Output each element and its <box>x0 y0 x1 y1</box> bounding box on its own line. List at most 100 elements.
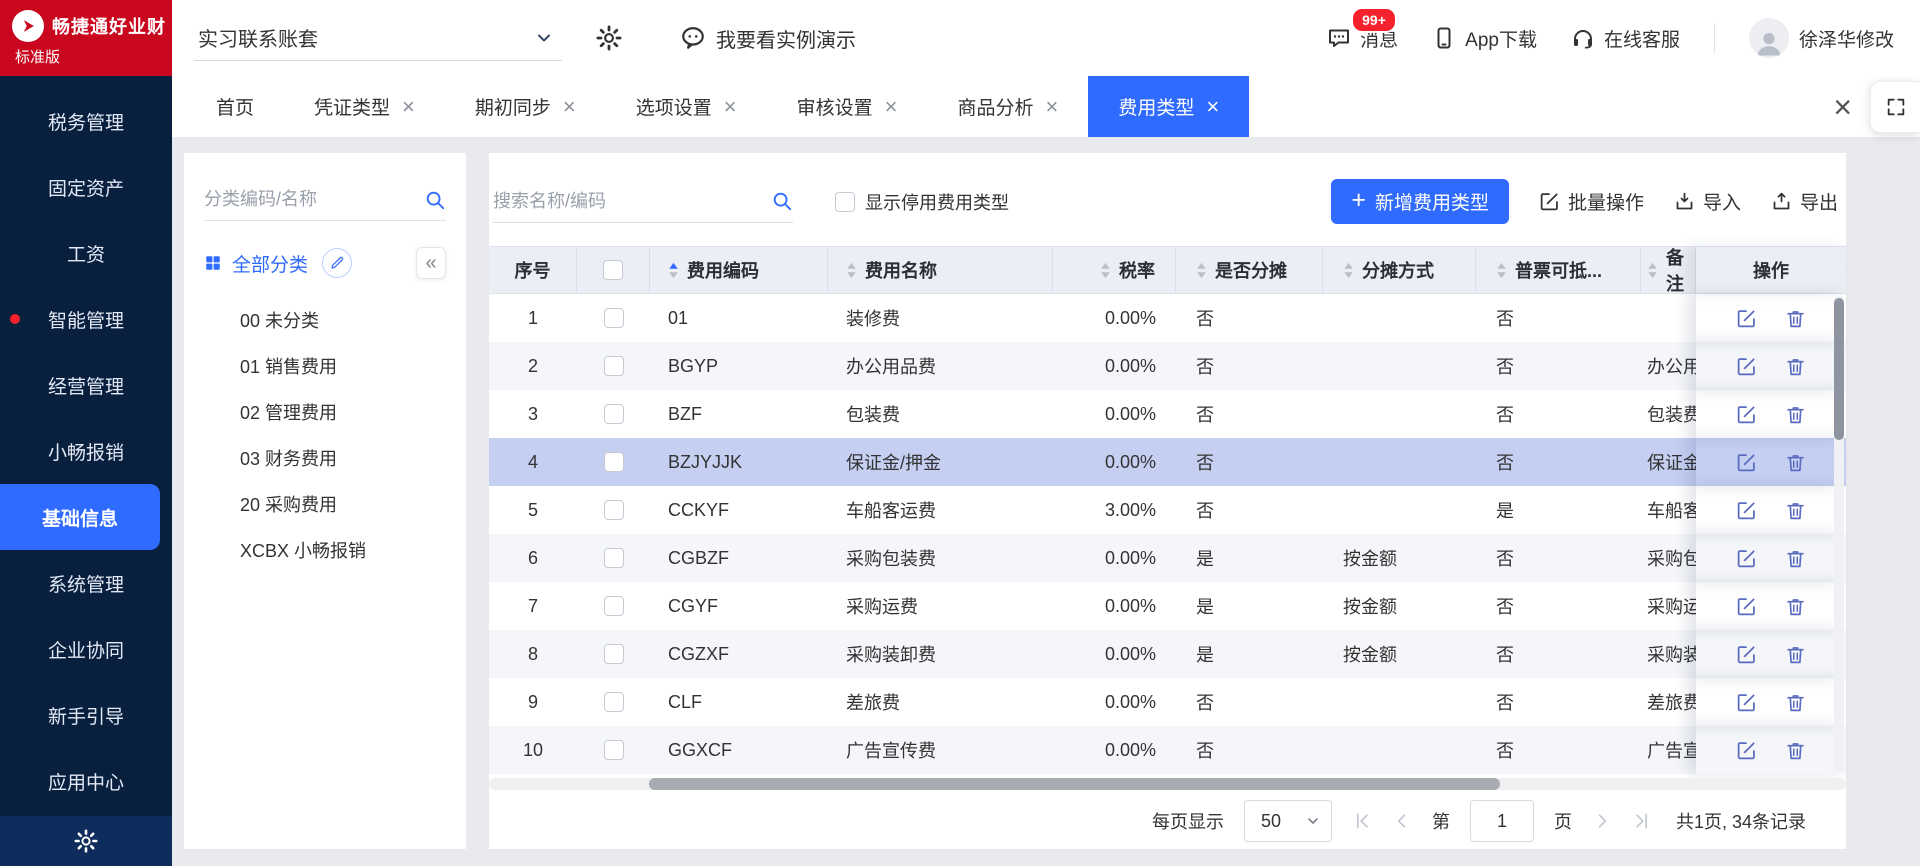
edit-icon[interactable] <box>1736 500 1757 521</box>
row-checkbox[interactable] <box>603 356 624 376</box>
select-all-checkbox[interactable] <box>603 260 623 280</box>
prev-page-button[interactable] <box>1392 811 1412 831</box>
category-item[interactable]: 03 财务费用 <box>204 435 446 481</box>
first-page-button[interactable] <box>1352 811 1372 831</box>
row-checkbox[interactable] <box>603 740 624 760</box>
delete-icon[interactable] <box>1785 596 1806 617</box>
sidebar-item-tax-management[interactable]: 税务管理 <box>0 88 172 154</box>
show-disabled-toggle[interactable]: 显示停用费用类型 <box>835 189 1009 215</box>
edit-icon[interactable] <box>1736 644 1757 665</box>
delete-icon[interactable] <box>1785 692 1806 713</box>
sidebar-item-basic-info[interactable]: 基础信息 <box>0 484 160 550</box>
tab-voucher-type[interactable]: 凭证类型 × <box>284 76 445 137</box>
row-checkbox[interactable] <box>603 548 624 568</box>
row-checkbox[interactable] <box>603 308 624 328</box>
sidebar-item-fixed-assets[interactable]: 固定资产 <box>0 154 172 220</box>
table-row[interactable]: 3 BZF 包装费 0.00% 否 否 包装费 <box>489 390 1846 438</box>
sidebar-item-payroll[interactable]: 工资 <box>0 220 172 286</box>
tab-product-analysis[interactable]: 商品分析 × <box>928 76 1089 137</box>
edit-icon[interactable] <box>1736 548 1757 569</box>
row-checkbox[interactable] <box>603 500 624 520</box>
column-header-rate[interactable]: 税率 <box>1053 247 1176 293</box>
column-header-deductible[interactable]: 普票可抵... <box>1476 247 1641 293</box>
edit-icon[interactable] <box>1736 356 1757 377</box>
category-search-input[interactable] <box>204 189 424 210</box>
sidebar-item-beginner-guide[interactable]: 新手引导 <box>0 682 172 748</box>
expense-search-input[interactable] <box>493 190 771 212</box>
table-row[interactable]: 6 CGBZF 采购包装费 0.00% 是 按金额 否 采购包 <box>489 534 1846 582</box>
search-icon[interactable] <box>424 189 446 211</box>
batch-operations-button[interactable]: 批量操作 <box>1539 188 1644 215</box>
row-checkbox[interactable] <box>603 404 624 424</box>
tab-close-icon[interactable]: × <box>1046 95 1059 118</box>
edit-icon[interactable] <box>1736 452 1757 473</box>
delete-icon[interactable] <box>1785 740 1806 761</box>
tab-close-icon[interactable]: × <box>402 95 415 118</box>
sidebar-item-enterprise-collab[interactable]: 企业协同 <box>0 616 172 682</box>
table-row[interactable]: 1 01 装修费 0.00% 否 否 <box>489 294 1846 342</box>
tab-close-icon[interactable]: × <box>724 95 737 118</box>
delete-icon[interactable] <box>1785 404 1806 425</box>
tab-option-settings[interactable]: 选项设置 × <box>606 76 767 137</box>
tab-expense-type[interactable]: 费用类型 × <box>1088 76 1250 137</box>
delete-icon[interactable] <box>1785 548 1806 569</box>
edit-category-button[interactable] <box>322 248 353 278</box>
show-disabled-checkbox[interactable] <box>835 191 855 212</box>
table-row[interactable]: 9 CLF 差旅费 0.00% 否 否 差旅费 <box>489 678 1846 726</box>
app-download-button[interactable]: App下载 <box>1432 25 1537 52</box>
sidebar-item-app-center[interactable]: 应用中心 <box>0 748 172 814</box>
sidebar-settings-button[interactable] <box>0 816 172 866</box>
delete-icon[interactable] <box>1785 452 1806 473</box>
column-header-code[interactable]: 费用编码 <box>650 247 828 293</box>
fullscreen-button[interactable] <box>1870 80 1920 133</box>
category-item[interactable]: 20 采购费用 <box>204 481 446 527</box>
category-item[interactable]: 00 未分类 <box>204 297 446 343</box>
horizontal-scrollbar[interactable] <box>489 778 1846 790</box>
tab-audit-settings[interactable]: 审核设置 × <box>767 76 928 137</box>
scrollbar-thumb[interactable] <box>649 778 1500 790</box>
page-number-input[interactable] <box>1469 800 1534 842</box>
row-checkbox[interactable] <box>603 692 624 712</box>
row-checkbox[interactable] <box>603 452 624 472</box>
demo-link[interactable]: 我要看实例演示 <box>680 24 856 53</box>
online-service-button[interactable]: 在线客服 <box>1571 25 1680 52</box>
edit-icon[interactable] <box>1736 740 1757 761</box>
sidebar-item-xiaochang-expense[interactable]: 小畅报销 <box>0 418 172 484</box>
category-root-item[interactable]: 全部分类 « <box>204 247 446 279</box>
delete-icon[interactable] <box>1785 500 1806 521</box>
user-menu[interactable]: 徐泽华修改 <box>1748 18 1894 58</box>
delete-icon[interactable] <box>1785 308 1806 329</box>
sidebar-item-smart-management[interactable]: 智能管理 <box>0 286 172 352</box>
next-page-button[interactable] <box>1592 811 1612 831</box>
export-button[interactable]: 导出 <box>1771 188 1838 215</box>
search-icon[interactable] <box>771 190 793 212</box>
tab-close-icon[interactable]: × <box>563 95 576 118</box>
row-checkbox[interactable] <box>603 644 624 664</box>
row-checkbox[interactable] <box>603 596 624 616</box>
column-header-method[interactable]: 分摊方式 <box>1323 247 1476 293</box>
table-row[interactable]: 7 CGYF 采购运费 0.00% 是 按金额 否 采购运 <box>489 582 1846 630</box>
table-row[interactable]: 8 CGZXF 采购装卸费 0.00% 是 按金额 否 采购装 <box>489 630 1846 678</box>
scrollbar-thumb[interactable] <box>1834 298 1844 440</box>
collapse-panel-button[interactable]: « <box>416 247 446 279</box>
settings-button[interactable] <box>596 25 622 51</box>
category-item[interactable]: 02 管理费用 <box>204 389 446 435</box>
edit-icon[interactable] <box>1736 404 1757 425</box>
tab-initial-sync[interactable]: 期初同步 × <box>445 76 606 137</box>
table-row[interactable]: 10 GGXCF 广告宣传费 0.00% 否 否 广告宣 <box>489 726 1846 774</box>
category-item[interactable]: XCBX 小畅报销 <box>204 527 446 573</box>
table-row[interactable]: 2 BGYP 办公用品费 0.00% 否 否 办公用 <box>489 342 1846 390</box>
category-item[interactable]: 01 销售费用 <box>204 343 446 389</box>
vertical-scrollbar[interactable] <box>1834 296 1844 772</box>
tab-close-icon[interactable]: × <box>1206 95 1219 118</box>
column-header-name[interactable]: 费用名称 <box>828 247 1053 293</box>
sidebar-item-business-management[interactable]: 经营管理 <box>0 352 172 418</box>
add-expense-type-button[interactable]: + 新增费用类型 <box>1331 179 1509 224</box>
tab-close-icon[interactable]: × <box>885 95 898 118</box>
tab-home[interactable]: 首页 <box>186 76 284 137</box>
column-header-remark[interactable]: 备注 <box>1641 247 1696 293</box>
edit-icon[interactable] <box>1736 596 1757 617</box>
sidebar-item-system-management[interactable]: 系统管理 <box>0 550 172 616</box>
edit-icon[interactable] <box>1736 692 1757 713</box>
account-book-select[interactable]: 实习联系账套 <box>194 15 562 61</box>
